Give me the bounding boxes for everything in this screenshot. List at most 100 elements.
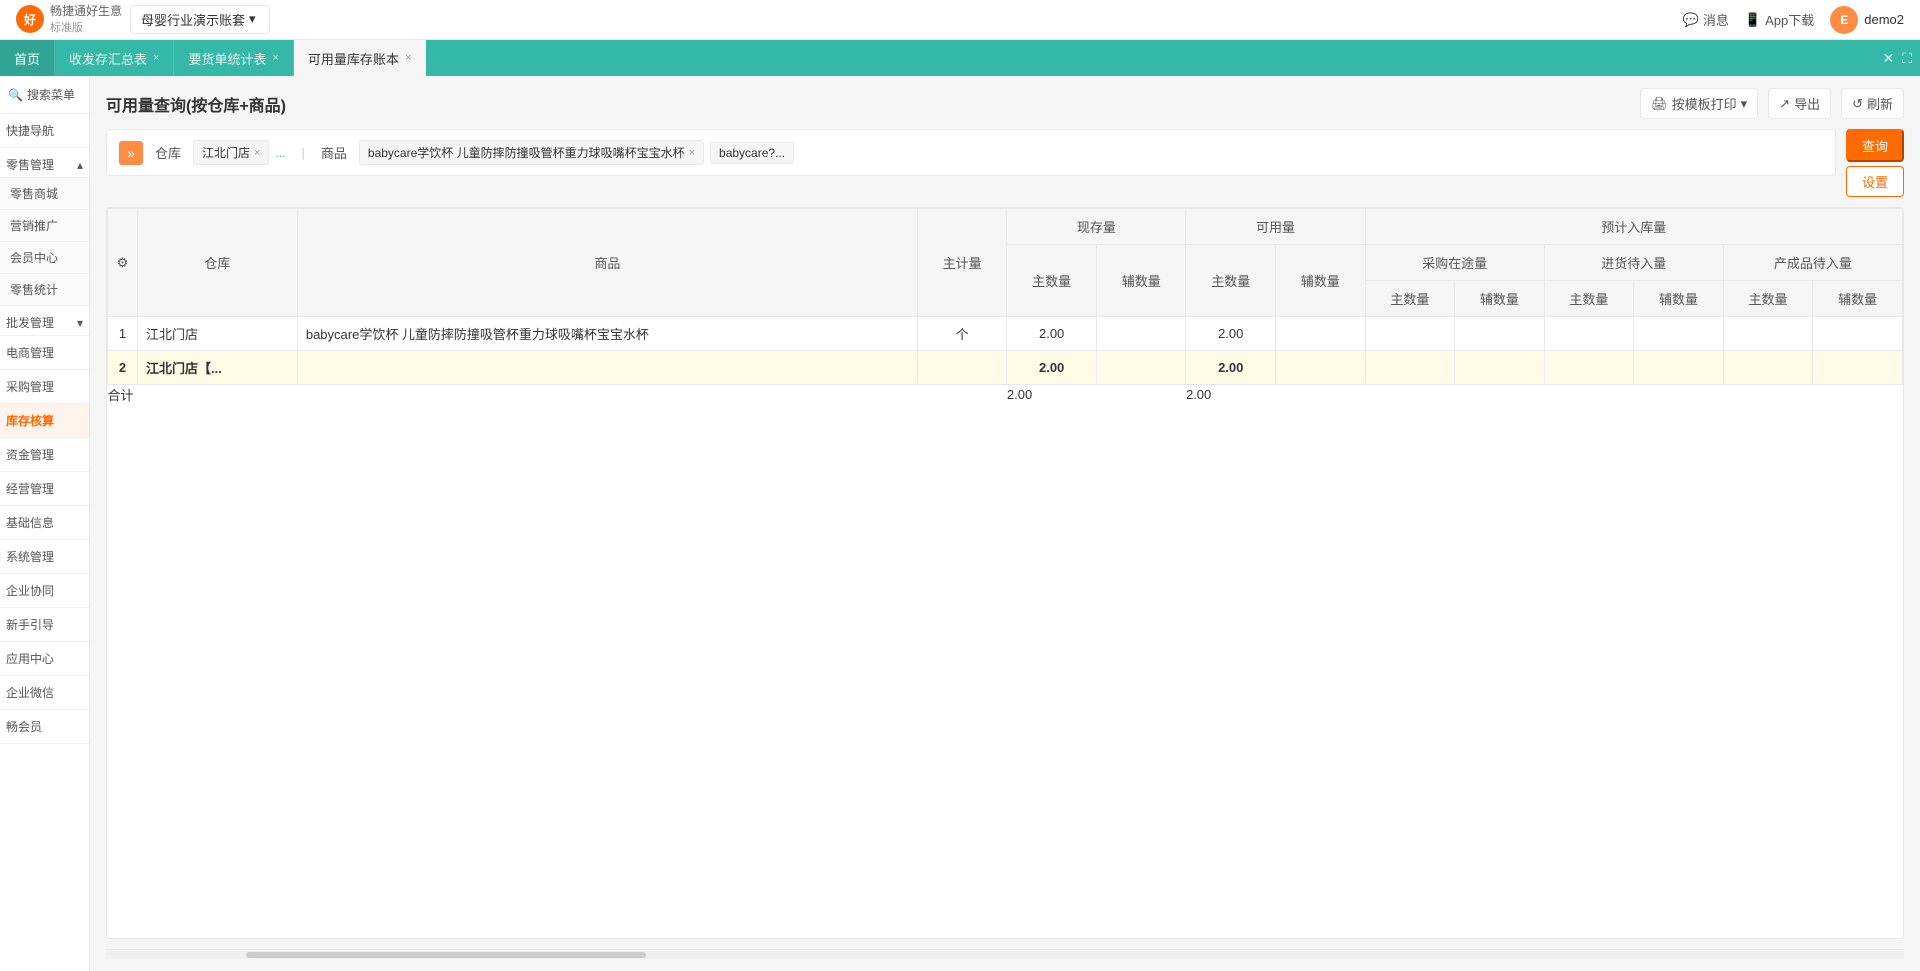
chevron-down3-icon: ▾ xyxy=(1741,96,1748,112)
close-tab-available-stock[interactable]: × xyxy=(405,52,411,64)
goods-tag-1-value: babycare学饮杯 儿童防摔防撞吸管杯重力球吸嘴杯宝宝水杯 xyxy=(368,144,685,161)
refresh-btn[interactable]: ↺ 刷新 xyxy=(1841,88,1904,119)
sidebar-item-ecommerce[interactable]: 电商管理 xyxy=(0,336,89,370)
th-goods: 商品 xyxy=(297,209,917,317)
footer-incoming-aux xyxy=(1634,385,1724,405)
footer-avail-aux xyxy=(1276,385,1366,405)
row1-unit: 个 xyxy=(917,317,1007,351)
export-btn[interactable]: ↗ 导出 xyxy=(1768,88,1831,119)
print-icon: 🖨 xyxy=(1651,96,1668,112)
sidebar-item-system-label: 系统管理 xyxy=(6,548,54,565)
chevron-down2-icon: ▾ xyxy=(77,316,83,330)
warehouse-tag[interactable]: 江北门店 × xyxy=(193,140,269,165)
sidebar-item-purchase[interactable]: 采购管理 xyxy=(0,370,89,404)
row2-goods xyxy=(297,351,917,385)
th-settings[interactable]: ⚙ xyxy=(108,209,138,317)
logo-sub: 标准版 xyxy=(50,19,122,35)
sidebar-item-shortcut[interactable]: 快捷导航 xyxy=(0,114,89,148)
sidebar-item-stock[interactable]: 库存核算 xyxy=(0,404,89,438)
footer-stock-aux xyxy=(1096,385,1186,405)
maximize-window-btn[interactable]: ⛶ xyxy=(1902,50,1912,67)
sidebar-item-app-center[interactable]: 应用中心 xyxy=(0,642,89,676)
goods-tag-2[interactable]: babycare?... xyxy=(710,142,794,164)
warehouse-more-btn[interactable]: ... xyxy=(275,146,285,160)
sidebar-item-finance[interactable]: 资金管理 xyxy=(0,438,89,472)
sidebar-item-retail-mgmt-label: 零售管理 xyxy=(6,156,54,173)
close-tab-receive-pay[interactable]: × xyxy=(153,52,159,64)
sidebar-item-retail-stat-label: 零售统计 xyxy=(10,283,58,297)
th-product-main: 主数量 xyxy=(1723,281,1813,317)
th-stock-aux: 辅数量 xyxy=(1096,245,1186,317)
sidebar-item-enterprise[interactable]: 企业协同 xyxy=(0,574,89,608)
message-btn[interactable]: 💬 消息 xyxy=(1683,10,1729,29)
sidebar-item-member2[interactable]: 畅会员 xyxy=(0,710,89,744)
sidebar-item-ops[interactable]: 经营管理 xyxy=(0,472,89,506)
close-window-btn[interactable]: ✕ xyxy=(1882,50,1894,67)
sidebar-item-finance-label: 资金管理 xyxy=(6,446,54,463)
filter-side-buttons: 查询 设置 xyxy=(1846,129,1904,197)
logo-text-area: 畅捷通好生意 标准版 xyxy=(50,4,122,34)
row2-product-main xyxy=(1723,351,1813,385)
row1-no: 1 xyxy=(108,317,138,351)
scrollbar-thumb[interactable] xyxy=(246,952,646,958)
export-icon: ↗ xyxy=(1779,96,1790,112)
sidebar-search[interactable]: 🔍 搜索菜单 xyxy=(0,76,89,114)
th-avail-aux: 辅数量 xyxy=(1276,245,1366,317)
template-print-btn[interactable]: 🖨 按模板打印 ▾ xyxy=(1640,88,1758,119)
table-row: 1 江北门店 babycare学饮杯 儿童防摔防撞吸管杯重力球吸嘴杯宝宝水杯 个… xyxy=(108,317,1903,351)
settings-btn[interactable]: 设置 xyxy=(1846,166,1904,197)
main-layout: 🔍 搜索菜单 快捷导航 零售管理 ▴ 零售商城 营销推广 会员中心 零售统计 批… xyxy=(0,76,1920,971)
phone-icon: 📱 xyxy=(1745,12,1761,28)
goods-filter-tags: babycare学饮杯 儿童防摔防撞吸管杯重力球吸嘴杯宝宝水杯 × babyca… xyxy=(359,140,794,165)
tab-receive-pay[interactable]: 收发存汇总表 × xyxy=(55,40,174,76)
nav-tabs: 首页 收发存汇总表 × 要货单统计表 × 可用量库存账本 × ✕ ⛶ xyxy=(0,40,1920,76)
industry-label: 母婴行业演示账套 xyxy=(141,10,245,29)
footer-avail-main: 2.00 xyxy=(1186,385,1276,405)
sidebar-item-system[interactable]: 系统管理 xyxy=(0,540,89,574)
filter-toggle-btn[interactable]: » xyxy=(119,141,143,165)
sidebar-item-new-guide[interactable]: 新手引导 xyxy=(0,608,89,642)
tab-home[interactable]: 首页 xyxy=(0,40,55,76)
user-area[interactable]: E demo2 xyxy=(1830,6,1904,34)
top-bar-right: 💬 消息 📱 App下载 E demo2 xyxy=(1683,6,1904,34)
row1-product-main xyxy=(1723,317,1813,351)
tab-order-stat[interactable]: 要货单统计表 × xyxy=(174,40,293,76)
table-footer: 合计 2.00 2.00 xyxy=(108,385,1903,405)
user-name: demo2 xyxy=(1864,12,1904,27)
th-warehouse: 仓库 xyxy=(138,209,298,317)
nav-tabs-right: ✕ ⛶ xyxy=(1882,40,1920,76)
row2-unit xyxy=(917,351,1007,385)
app-download-label: App下载 xyxy=(1765,10,1814,29)
app-download-btn[interactable]: 📱 App下载 xyxy=(1745,10,1814,29)
goods-tag-1-remove[interactable]: × xyxy=(689,147,695,159)
tab-home-label: 首页 xyxy=(14,49,40,68)
row2-incoming-main xyxy=(1544,351,1634,385)
row1-incoming-aux xyxy=(1634,317,1724,351)
tab-available-stock[interactable]: 可用量库存账本 × xyxy=(294,40,426,76)
sidebar-item-marketing[interactable]: 营销推广 xyxy=(0,210,89,242)
sidebar-item-wholesale[interactable]: 批发管理 ▾ xyxy=(0,306,89,336)
sidebar-item-retail-mgmt[interactable]: 零售管理 ▴ xyxy=(0,148,89,178)
industry-selector[interactable]: 母婴行业演示账套 xyxy=(130,5,270,34)
horizontal-scrollbar[interactable] xyxy=(106,949,1904,959)
warehouse-tag-value: 江北门店 xyxy=(202,144,250,161)
sidebar-item-ecommerce-label: 电商管理 xyxy=(6,344,54,361)
row1-product-aux xyxy=(1813,317,1903,351)
sidebar-item-retail-stat[interactable]: 零售统计 xyxy=(0,274,89,306)
sidebar-item-retail-mall[interactable]: 零售商城 xyxy=(0,178,89,210)
sidebar-item-basic[interactable]: 基础信息 xyxy=(0,506,89,540)
goods-tag-2-value: babycare?... xyxy=(719,146,785,160)
close-tab-order-stat[interactable]: × xyxy=(272,52,278,64)
angle-double-right-icon: » xyxy=(127,145,135,161)
footer-label: 合计 xyxy=(108,385,1007,405)
row1-incoming-main xyxy=(1544,317,1634,351)
goods-tag-1[interactable]: babycare学饮杯 儿童防摔防撞吸管杯重力球吸嘴杯宝宝水杯 × xyxy=(359,140,704,165)
warehouse-tag-remove[interactable]: × xyxy=(254,147,260,159)
sidebar-item-member[interactable]: 会员中心 xyxy=(0,242,89,274)
query-btn[interactable]: 查询 xyxy=(1846,129,1904,162)
template-print-label: 按模板打印 xyxy=(1672,94,1737,113)
message-label: 消息 xyxy=(1703,10,1729,29)
top-bar-left: 好 畅捷通好生意 标准版 母婴行业演示账套 xyxy=(16,4,270,34)
sidebar-item-wechat[interactable]: 企业微信 xyxy=(0,676,89,710)
sidebar-item-retail-mall-label: 零售商城 xyxy=(10,187,58,201)
